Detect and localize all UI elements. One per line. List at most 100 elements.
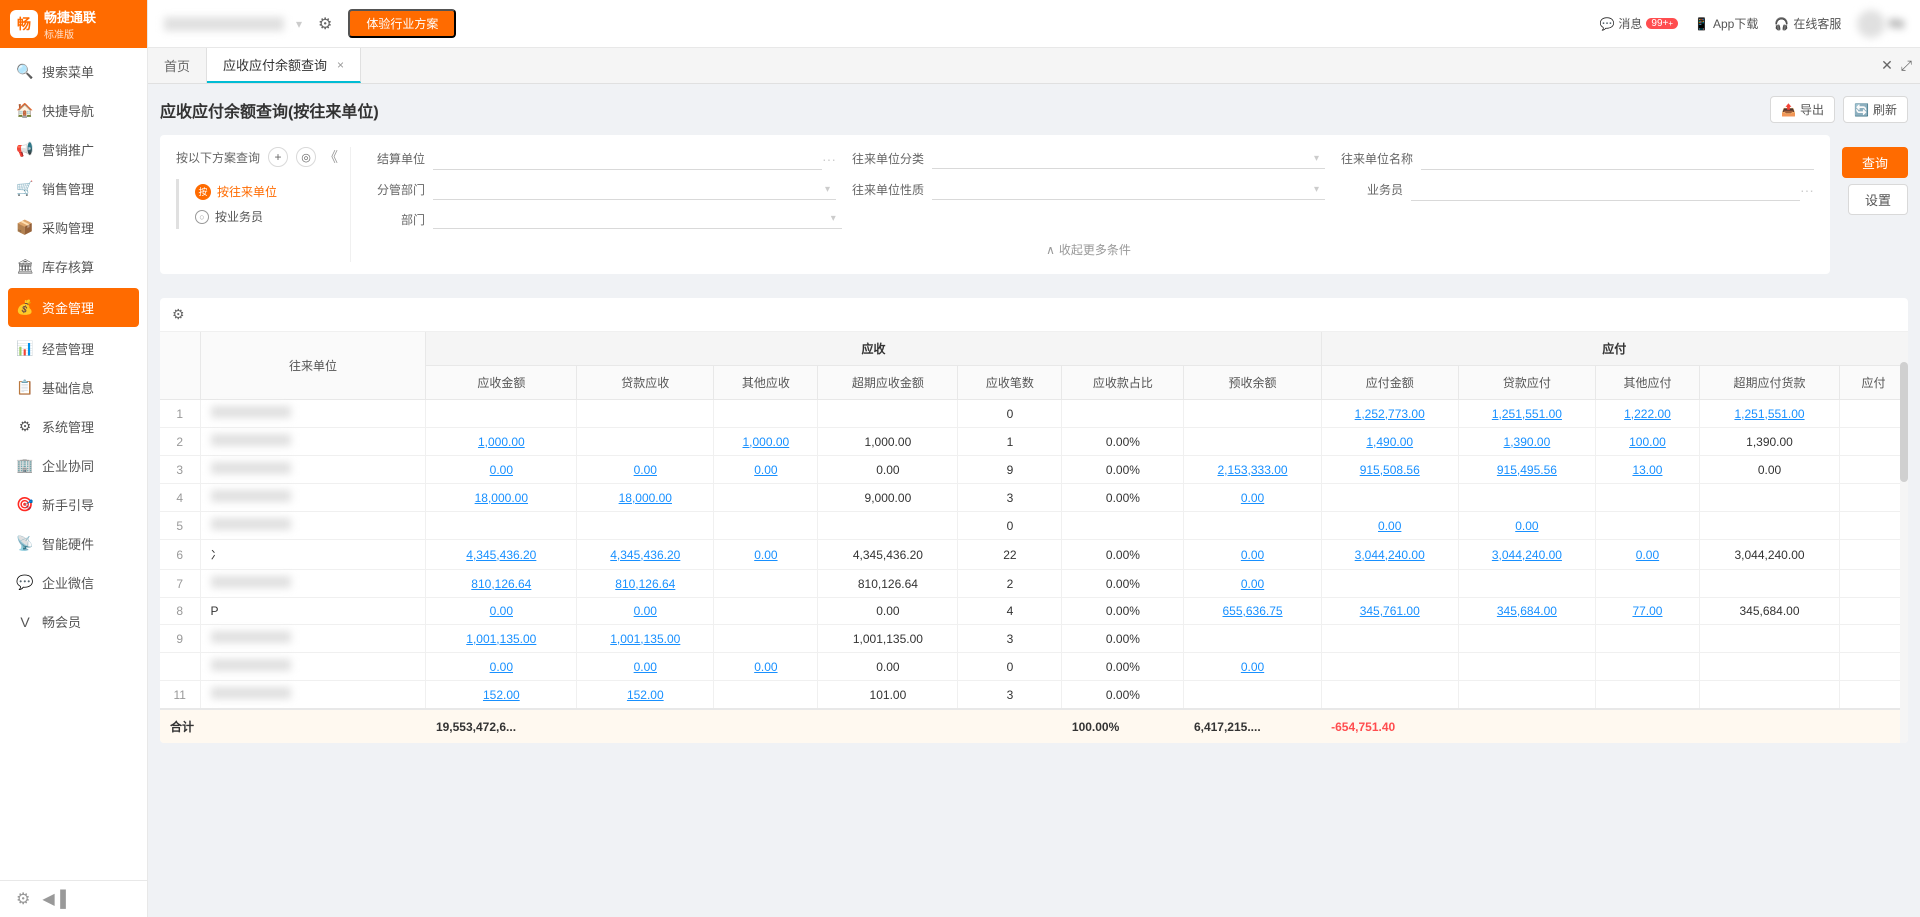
sidebar-item-corp[interactable]: 🏢 企业协同 (0, 446, 147, 485)
sidebar-label-basic: 基础信息 (42, 378, 94, 397)
partner-category-select[interactable]: ▾ (932, 149, 1325, 169)
filter-collapse-row[interactable]: ∧ 收起更多条件 (363, 237, 1814, 262)
table-row: 2 1,000.00 1,000.00 1,000.00 1 0.00% 1,4… (160, 428, 1908, 456)
purchase-icon: 📦 (16, 219, 34, 237)
filter-add-button[interactable]: + (268, 147, 288, 167)
partner-name-cell: P (200, 598, 426, 625)
partner-category-label: 往来单位分类 (852, 150, 932, 167)
partner-nature-select[interactable]: ▾ (932, 180, 1325, 200)
page-header: 应收应付余额查询(按往来单位) 📤 导出 🔄 刷新 (160, 96, 1908, 123)
pay-amount-link[interactable]: 1,252,773.00 (1321, 400, 1458, 428)
sidebar-label-search: 搜索菜单 (42, 62, 94, 81)
filter-header: 按以下方案查询 + ◎ 《 (176, 147, 338, 167)
sidebar-item-search[interactable]: 🔍 搜索菜单 (0, 52, 147, 91)
sidebar-footer: ⚙ ◀▐ (0, 880, 147, 917)
department-select[interactable]: ▾ (433, 209, 842, 229)
page-title: 应收应付余额查询(按往来单位) (160, 98, 379, 122)
pay-loan-link[interactable]: 1,251,551.00 (1458, 400, 1595, 428)
service-button[interactable]: 🎧 在线客服 (1774, 15, 1841, 32)
tab-home[interactable]: 首页 (148, 48, 207, 83)
scheme-partner-icon: 按 (195, 184, 211, 200)
sidebar-item-system[interactable]: ⚙ 系统管理 (0, 407, 147, 446)
sidebar-item-finance[interactable]: 💰 资金管理 (8, 288, 139, 327)
sidebar-label-corp: 企业协同 (42, 456, 94, 475)
sidebar-item-purchase[interactable]: 📦 采购管理 (0, 208, 147, 247)
scheme-item-salesman[interactable]: ○ 按业务员 (187, 204, 338, 229)
promo-button[interactable]: 体验行业方案 (348, 9, 456, 38)
sidebar-label-sales: 销售管理 (42, 179, 94, 198)
sidebar-label-finance: 资金管理 (42, 298, 94, 317)
tab-query-label: 应收应付余额查询 (223, 55, 327, 74)
sidebar-label-marketing: 营销推广 (42, 140, 94, 159)
sidebar-label-guide: 新手引导 (42, 495, 94, 514)
breadcrumb-text (164, 17, 284, 31)
partner-name-cell: 冫 (200, 540, 426, 570)
filter-partner-nature: 往来单位性质 ▾ (852, 180, 1325, 200)
page-actions: 📤 导出 🔄 刷新 (1770, 96, 1908, 123)
app-download-button[interactable]: 📱 App下载 (1694, 15, 1758, 32)
finance-icon: 💰 (16, 299, 34, 317)
service-label: 在线客服 (1793, 15, 1841, 32)
dept-label: 分管部门 (363, 181, 433, 198)
sidebar-item-sales[interactable]: 🛒 销售管理 (0, 169, 147, 208)
salesman-dots[interactable]: ··· (1800, 182, 1814, 198)
filter-panel: 按以下方案查询 + ◎ 《 按 按往来单位 ○ (160, 135, 1830, 274)
scheme-item-partner[interactable]: 按 按往来单位 (187, 179, 338, 204)
scrollbar-thumb[interactable] (1900, 362, 1908, 482)
settlement-dots[interactable]: ··· (822, 151, 836, 167)
settlement-input[interactable] (433, 147, 822, 170)
sidebar-item-inventory[interactable]: 🏛 库存核算 (0, 247, 147, 286)
sidebar-item-marketing[interactable]: 📢 营销推广 (0, 130, 147, 169)
basic-icon: 📋 (16, 379, 34, 397)
breadcrumb (164, 17, 284, 31)
sidebar-logo: 畅 畅捷通联 标准版 (0, 0, 147, 48)
filter-target-button[interactable]: ◎ (296, 147, 316, 167)
sidebar-item-member[interactable]: V 畅会员 (0, 602, 147, 641)
col-pay-overdue: 超期应付货款 (1699, 366, 1839, 400)
sidebar-item-quick[interactable]: 🏠 快捷导航 (0, 91, 147, 130)
sidebar-item-basic[interactable]: 📋 基础信息 (0, 368, 147, 407)
sidebar-item-guide[interactable]: 🎯 新手引导 (0, 485, 147, 524)
filter-settlement-unit: 结算单位 ··· (363, 147, 836, 170)
col-recv-count: 应收笔数 (958, 366, 1062, 400)
col-pay-loan: 贷款应付 (1458, 366, 1595, 400)
data-table: 往来单位 应收 应付 应收金额 贷款应收 其他应收 超期应收金额 应收笔数 应收… (160, 332, 1908, 743)
tab-home-label: 首页 (164, 56, 190, 75)
footer-recv-total[interactable]: 19,553,472,6... (426, 709, 577, 743)
logo-sub: 标准版 (44, 26, 96, 41)
wechat-icon: 💬 (16, 574, 34, 592)
user-area[interactable]: Rit (1857, 10, 1904, 38)
sidebar-label-inventory: 库存核算 (42, 257, 94, 276)
header-chevron-icon[interactable]: ▾ (296, 17, 302, 31)
refresh-button[interactable]: 🔄 刷新 (1843, 96, 1908, 123)
sidebar-item-operation[interactable]: 📊 经营管理 (0, 329, 147, 368)
export-button[interactable]: 📤 导出 (1770, 96, 1835, 123)
tab-query[interactable]: 应收应付余额查询 × (207, 48, 361, 83)
table-gear-icon[interactable]: ⚙ (172, 306, 185, 323)
tab-close-all-icon[interactable]: ✕ (1881, 57, 1893, 74)
dept-select[interactable]: ▾ (433, 180, 836, 200)
footer-collapse-icon[interactable]: ◀▐ (42, 889, 66, 909)
setting-button[interactable]: 设置 (1848, 184, 1908, 215)
message-button[interactable]: 💬 消息 99++ (1599, 15, 1678, 32)
user-avatar (1857, 10, 1885, 38)
filter-scheme: 按 按往来单位 ○ 按业务员 (176, 179, 338, 229)
table-footer-row: 合计 19,553,472,6... 100.00% 6,417,215....… (160, 709, 1908, 743)
filter-collapse-button[interactable]: 《 (324, 147, 338, 167)
query-button[interactable]: 查询 (1842, 147, 1908, 178)
pay-overdue-link[interactable]: 1,251,551.00 (1699, 400, 1839, 428)
query-set-group: 查询 设置 (1842, 135, 1908, 286)
home-icon: 🏠 (16, 102, 34, 120)
logo-icon: 畅 (10, 10, 38, 38)
header-gear-icon[interactable]: ⚙ (318, 14, 332, 34)
pay-other-link[interactable]: 1,222.00 (1596, 400, 1700, 428)
sidebar-item-wechat[interactable]: 💬 企业微信 (0, 563, 147, 602)
tab-close-icon[interactable]: × (337, 58, 344, 72)
col-recv-ratio: 应收款占比 (1062, 366, 1184, 400)
tab-expand-icon[interactable]: ⤢ (1901, 57, 1912, 74)
salesman-input[interactable] (1411, 178, 1800, 201)
footer-gear-icon[interactable]: ⚙ (16, 889, 30, 909)
partner-name-input[interactable] (1421, 147, 1814, 170)
partner-name-cell (200, 428, 426, 456)
sidebar-item-hardware[interactable]: 📡 智能硬件 (0, 524, 147, 563)
